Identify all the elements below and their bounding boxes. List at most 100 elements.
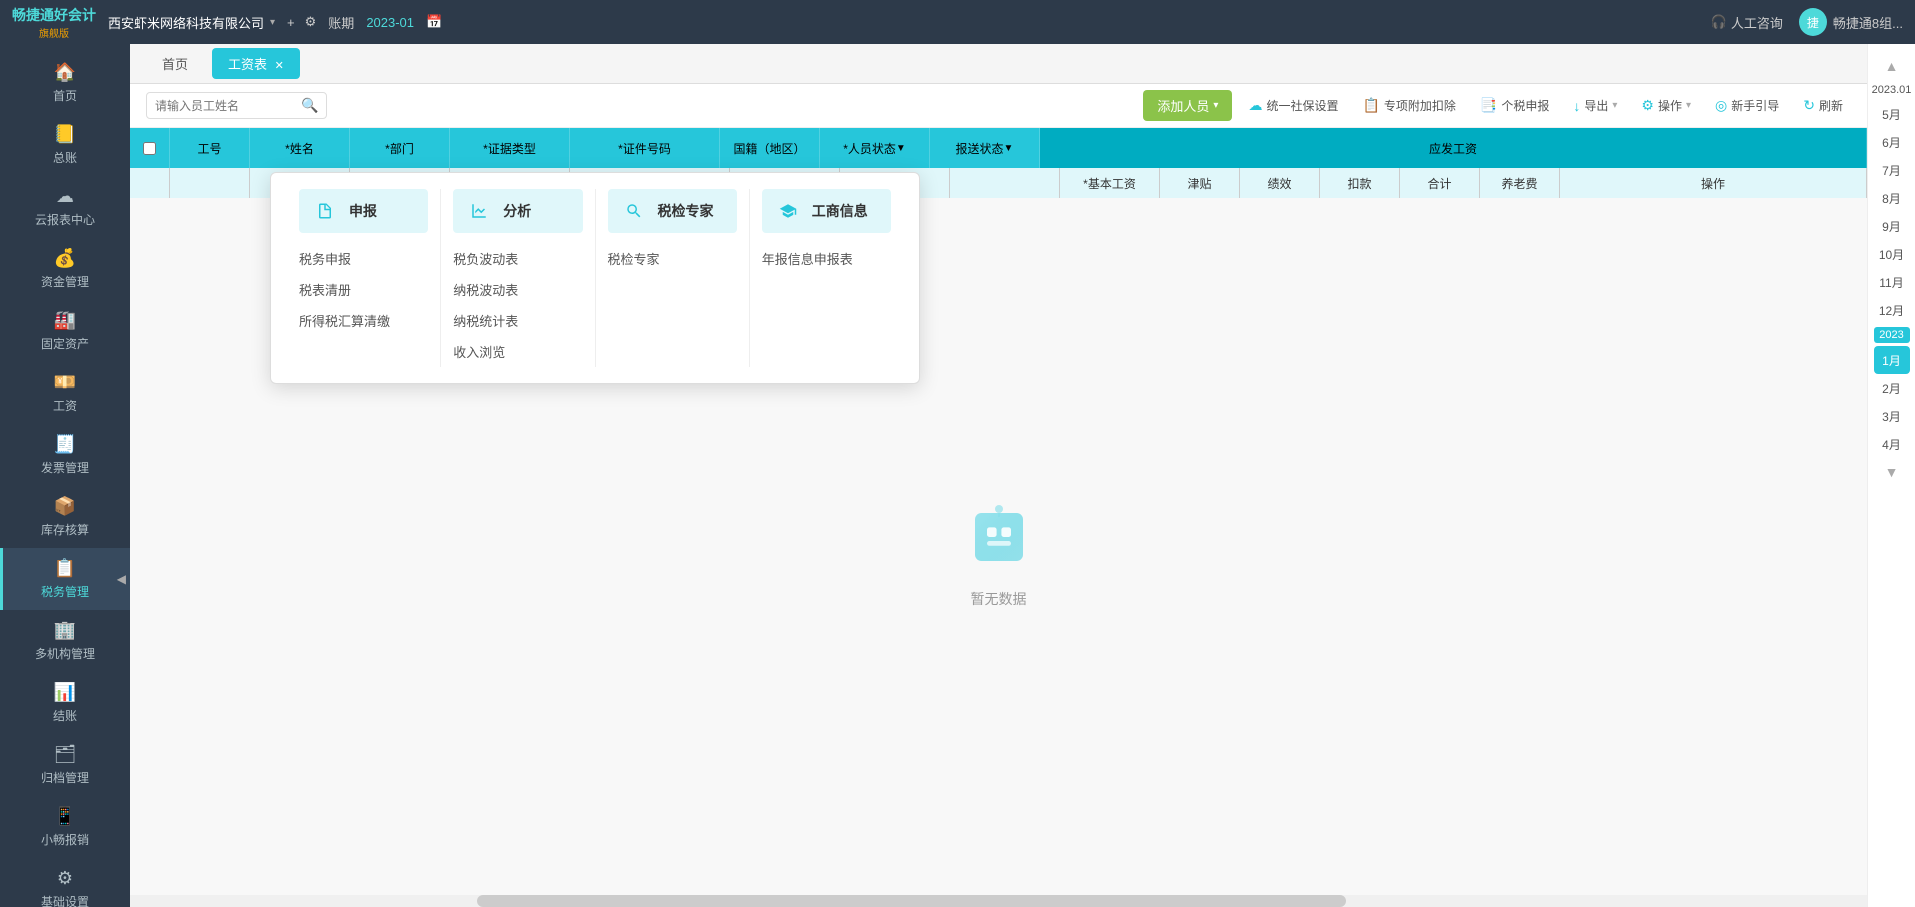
- tax-report-btn[interactable]: 📑 个税申报: [1472, 93, 1557, 118]
- tab-close-icon[interactable]: ✕: [275, 60, 284, 72]
- home-icon: 🏠: [54, 62, 76, 83]
- biz-col-icon: [772, 195, 804, 227]
- sidebar-label-ledger: 总账: [53, 149, 77, 166]
- social-setting-btn[interactable]: ☁ 统一社保设置: [1240, 93, 1346, 118]
- tab-salary[interactable]: 工资表 ✕: [212, 48, 300, 79]
- fund-icon: 💰: [54, 248, 76, 269]
- operate-label: 操作: [1658, 97, 1682, 114]
- cal-month-8[interactable]: 8月: [1874, 184, 1910, 212]
- select-all-checkbox[interactable]: [143, 142, 156, 155]
- user-name: 畅捷通8组...: [1833, 13, 1903, 32]
- cal-month-1[interactable]: 1月: [1874, 346, 1910, 374]
- add-icon[interactable]: +: [287, 15, 295, 30]
- inventory-icon: 📦: [54, 496, 76, 517]
- th-check[interactable]: [130, 128, 170, 168]
- sidebar-label-mini: 小畅报销: [41, 831, 89, 848]
- cal-month-10[interactable]: 10月: [1874, 240, 1910, 268]
- cal-month-7[interactable]: 7月: [1874, 156, 1910, 184]
- report-filter-icon[interactable]: ▼: [1004, 143, 1014, 154]
- biz-col-title: 工商信息: [812, 201, 868, 221]
- guide-icon: ◎: [1715, 97, 1727, 114]
- sidebar-item-archive[interactable]: 🗂 归档管理: [0, 734, 130, 796]
- sidebar-item-fund[interactable]: 💰 资金管理: [0, 238, 130, 300]
- cal-month-12[interactable]: 12月: [1874, 296, 1910, 324]
- sidebar-label-invoice: 发票管理: [41, 459, 89, 476]
- tax-report-label: 个税申报: [1501, 97, 1549, 114]
- table-scrollbar-thumb[interactable]: [477, 895, 1346, 907]
- operate-btn[interactable]: ⚙ 操作 ▾: [1633, 93, 1699, 118]
- tab-home[interactable]: 首页: [146, 48, 204, 79]
- menu-item-tax-stat[interactable]: 纳税统计表: [453, 305, 582, 336]
- menu-item-income-browse[interactable]: 收入浏览: [453, 336, 582, 367]
- sidebar-item-tax[interactable]: 📋 税务管理 ◀: [0, 548, 130, 610]
- cal-nav-up[interactable]: ▲: [1878, 52, 1906, 80]
- search-icon: 🔍: [301, 97, 318, 114]
- search-input[interactable]: [155, 99, 295, 113]
- special-deduct-btn[interactable]: 📋 专项附加扣除: [1354, 93, 1463, 118]
- sidebar-item-invoice[interactable]: 🧾 发票管理: [0, 424, 130, 486]
- th-salary-group: 应发工资: [1040, 128, 1867, 168]
- report-col-title: 申报: [349, 201, 377, 221]
- cal-nav-down[interactable]: ▼: [1878, 458, 1906, 486]
- menu-item-tax-report[interactable]: 税务申报: [299, 243, 428, 274]
- cal-year-label-2023: 2023.01: [1870, 80, 1914, 100]
- sidebar-item-settlement[interactable]: 📊 结账: [0, 672, 130, 734]
- th-status: *人员状态 ▼: [820, 128, 930, 168]
- search-box[interactable]: 🔍: [146, 92, 327, 119]
- sidebar-label-assets: 固定资产: [41, 335, 89, 352]
- export-chevron: ▾: [1612, 100, 1617, 111]
- cal-month-11[interactable]: 11月: [1874, 268, 1910, 296]
- cal-month-6[interactable]: 6月: [1874, 128, 1910, 156]
- dropdown-col-analysis: 分析 税负波动表 纳税波动表 纳税统计表 收入浏览: [441, 189, 595, 367]
- menu-item-tax-payment[interactable]: 纳税波动表: [453, 274, 582, 305]
- menu-item-tax-burden[interactable]: 税负波动表: [453, 243, 582, 274]
- support-btn[interactable]: 🎧 人工咨询: [1711, 13, 1783, 32]
- cal-month-4[interactable]: 4月: [1874, 430, 1910, 458]
- cal-month-3[interactable]: 3月: [1874, 402, 1910, 430]
- sidebar: 🏠 首页 📒 总账 ☁ 云报表中心 💰 资金管理 🏭 固定资产 💴 工资 🧾 发…: [0, 44, 130, 907]
- sidebar-item-inventory[interactable]: 📦 库存核算: [0, 486, 130, 548]
- refresh-btn[interactable]: ↻ 刷新: [1795, 93, 1851, 118]
- export-btn[interactable]: ↓ 导出 ▾: [1565, 93, 1625, 118]
- th-id-num: *证件号码: [570, 128, 720, 168]
- add-person-button[interactable]: 添加人员 ▾: [1143, 90, 1232, 121]
- th-number: 工号: [170, 128, 250, 168]
- social-icon: ☁: [1248, 97, 1262, 114]
- sidebar-item-cloud[interactable]: ☁ 云报表中心: [0, 176, 130, 238]
- menu-item-expert[interactable]: 税检专家: [608, 243, 737, 274]
- period-calendar-icon[interactable]: 📅: [426, 14, 442, 30]
- menu-item-annual-report[interactable]: 年报信息申报表: [762, 243, 891, 274]
- cal-month-2[interactable]: 2月: [1874, 374, 1910, 402]
- basic-icon: ⚙: [57, 868, 73, 889]
- th2-op: 操作: [1560, 168, 1867, 198]
- sidebar-item-basic[interactable]: ⚙ 基础设置: [0, 858, 130, 907]
- tax-dropdown-menu: 申报 税务申报 税表清册 所得税汇算清缴 分析 税负波动表: [270, 172, 920, 384]
- tax-report-icon: 📑: [1480, 97, 1497, 114]
- user-info[interactable]: 捷 畅捷通8组...: [1799, 8, 1903, 36]
- settings-icon[interactable]: ⚙: [305, 14, 317, 30]
- menu-item-tax-form[interactable]: 税表清册: [299, 274, 428, 305]
- th-nation: 国籍（地区）: [720, 128, 820, 168]
- dropdown-col-report: 申报 税务申报 税表清册 所得税汇算清缴: [287, 189, 441, 367]
- company-selector[interactable]: 西安虾米网络科技有限公司 ▾: [108, 13, 275, 32]
- sidebar-item-mini[interactable]: 📱 小畅报销: [0, 796, 130, 858]
- cal-month-5[interactable]: 5月: [1874, 100, 1910, 128]
- guide-btn[interactable]: ◎ 新手引导: [1707, 93, 1787, 118]
- app-title: 畅捷通好会计: [12, 5, 96, 25]
- period-value[interactable]: 2023-01: [366, 15, 414, 30]
- archive-icon: 🗂: [54, 744, 77, 765]
- avatar: 捷: [1799, 8, 1827, 36]
- table-scrollbar[interactable]: [130, 895, 1867, 907]
- sidebar-item-salary[interactable]: 💴 工资: [0, 362, 130, 424]
- sidebar-item-home[interactable]: 🏠 首页: [0, 52, 130, 114]
- top-right: 🎧 人工咨询 捷 畅捷通8组...: [1711, 8, 1903, 36]
- menu-item-income-tax[interactable]: 所得税汇算清缴: [299, 305, 428, 336]
- right-panel: ▲ 2023.01 5月 6月 7月 8月 9月 10月 11月 12月 202…: [1867, 44, 1915, 907]
- sidebar-item-assets[interactable]: 🏭 固定资产: [0, 300, 130, 362]
- sidebar-item-multi-org[interactable]: 🏢 多机构管理: [0, 610, 130, 672]
- guide-label: 新手引导: [1731, 97, 1779, 114]
- status-filter-icon[interactable]: ▼: [896, 143, 906, 154]
- cal-month-9[interactable]: 9月: [1874, 212, 1910, 240]
- sidebar-item-ledger[interactable]: 📒 总账: [0, 114, 130, 176]
- add-person-chevron: ▾: [1213, 100, 1218, 111]
